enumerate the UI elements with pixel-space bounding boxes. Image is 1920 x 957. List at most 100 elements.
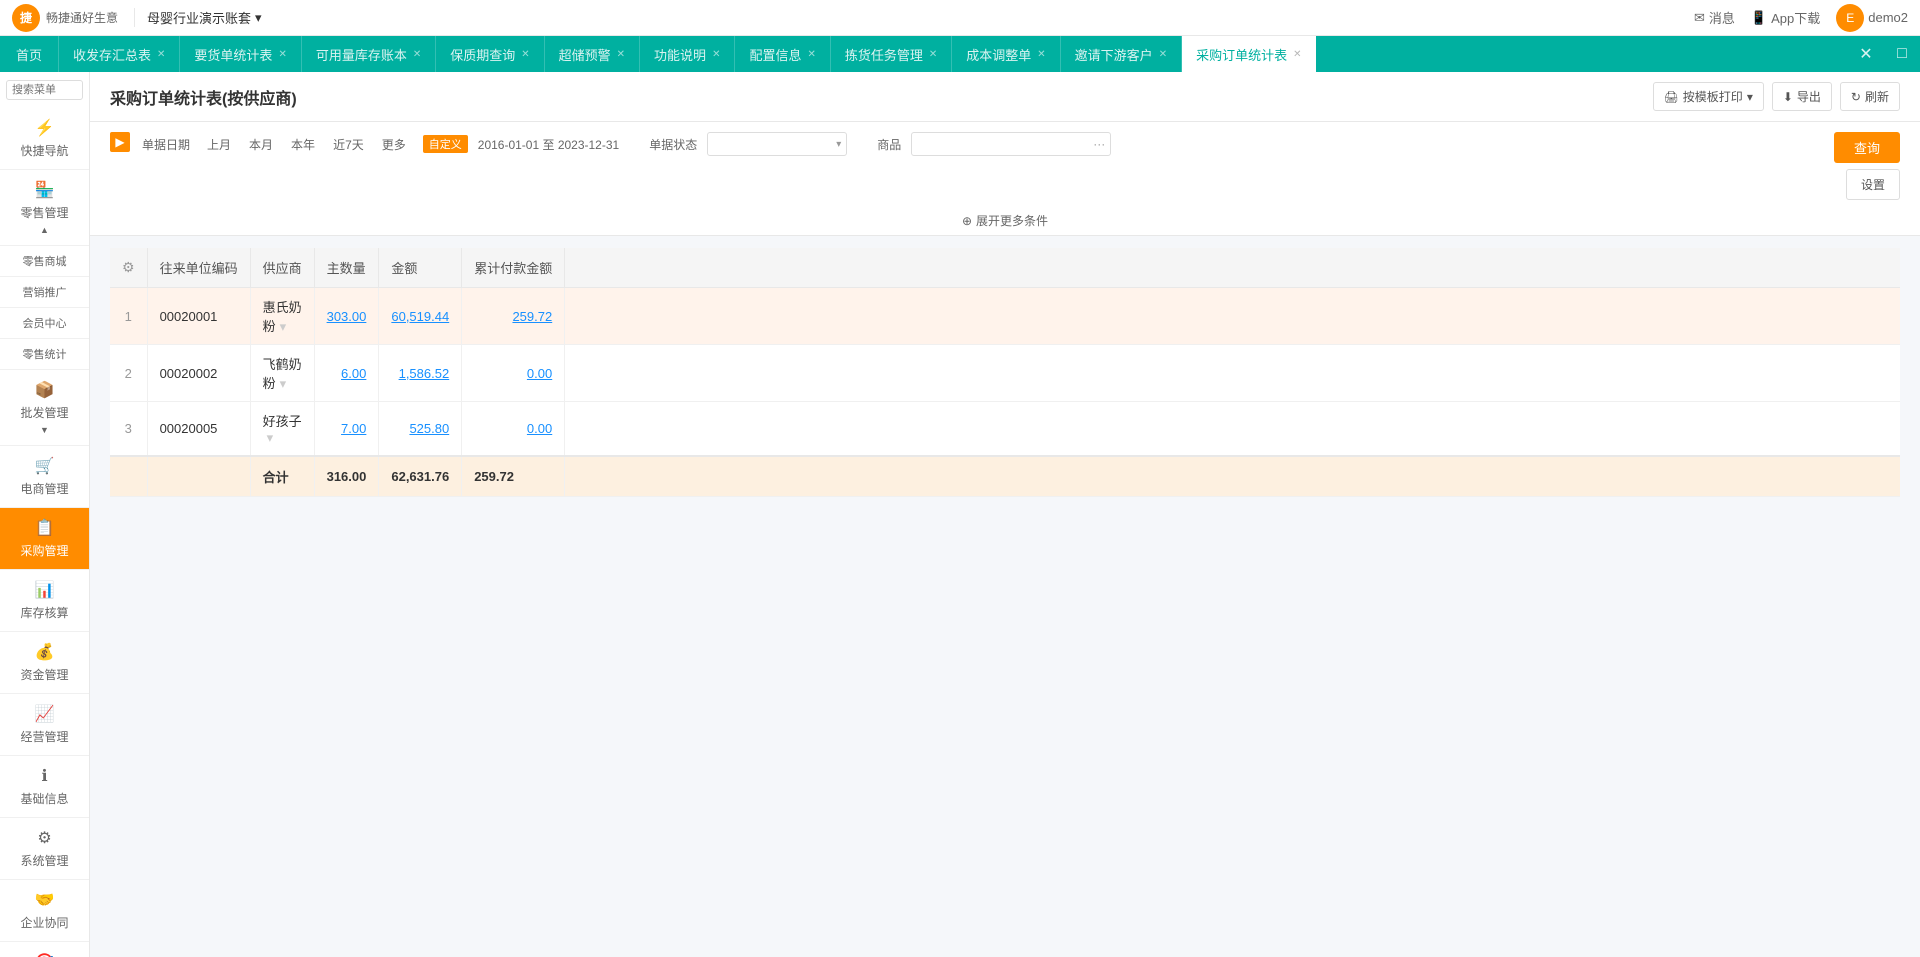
tab-bq[interactable]: 保质期查询 ✕: [436, 36, 544, 72]
print-button[interactable]: 🖨 按模板打印 ▾: [1653, 82, 1764, 111]
tab-gn-close[interactable]: ✕: [712, 49, 720, 60]
tab-yq-close[interactable]: ✕: [1159, 49, 1167, 60]
row-code: 00020002: [147, 345, 250, 402]
goods-more-icon[interactable]: ···: [1093, 137, 1105, 151]
row-paid[interactable]: 259.72: [462, 288, 565, 345]
row-amount[interactable]: 60,519.44: [379, 288, 462, 345]
paid-link[interactable]: 259.72: [512, 309, 552, 324]
paid-link[interactable]: 0.00: [527, 421, 552, 436]
tab-cc-close[interactable]: ✕: [617, 49, 625, 60]
tab-cgdd-close[interactable]: ✕: [1293, 49, 1301, 60]
sidebar-item-corp[interactable]: 🤝 企业协同: [0, 880, 89, 942]
tab-ygd-close[interactable]: ✕: [278, 49, 286, 60]
paid-link[interactable]: 0.00: [527, 366, 552, 381]
logo-icon: 捷: [12, 4, 40, 32]
status-select[interactable]: [707, 132, 847, 156]
filter-toggle-button[interactable]: ▶: [110, 132, 130, 152]
tab-gn[interactable]: 功能说明 ✕: [640, 36, 735, 72]
sidebar-item-marketing[interactable]: 营销推广: [0, 277, 89, 308]
sidebar-item-retail-stat[interactable]: 零售统计: [0, 339, 89, 370]
sidebar-item-quick[interactable]: ⚡ 快捷导航: [0, 108, 89, 170]
row-amount[interactable]: 1,586.52: [379, 345, 462, 402]
tab-pz[interactable]: 配置信息 ✕: [735, 36, 830, 72]
footer-paid: 259.72: [462, 456, 565, 497]
tab-home[interactable]: 首页: [0, 36, 59, 72]
setting-button[interactable]: 设置: [1846, 169, 1900, 200]
row-qty[interactable]: 6.00: [314, 345, 379, 402]
tab-pz-close[interactable]: ✕: [807, 49, 815, 60]
sidebar-item-marketing-label: 营销推广: [23, 284, 67, 300]
tab-cgdd[interactable]: 采购订单统计表 ✕: [1182, 36, 1316, 72]
page-actions: 🖨 按模板打印 ▾ ⬇ 导出 ↻ 刷新: [1653, 82, 1900, 111]
footer-settings-cell: [110, 456, 147, 497]
sidebar-item-newbie[interactable]: 🎯 新手引导: [0, 942, 89, 957]
sidebar-item-member[interactable]: 会员中心: [0, 308, 89, 339]
search-input[interactable]: [6, 80, 83, 100]
date-7days[interactable]: 近7天: [326, 134, 371, 155]
filter-main-row: ▶ 单据日期 上月 本月 本年 近7天 更多: [90, 122, 1920, 206]
sidebar-item-batch[interactable]: 📦 批发管理 ▼: [0, 370, 89, 446]
top-bar-left: 捷 畅捷通好生意 母婴行业演示账套 ▾: [12, 4, 262, 32]
tab-kyl[interactable]: 可用量库存账本 ✕: [302, 36, 436, 72]
row-qty[interactable]: 303.00: [314, 288, 379, 345]
user-profile[interactable]: E demo2: [1836, 4, 1908, 32]
tab-bq-close[interactable]: ✕: [521, 49, 529, 60]
content-area: 采购订单统计表(按供应商) 🖨 按模板打印 ▾ ⬇ 导出 ↻: [90, 72, 1920, 957]
row-supplier: 惠氏奶粉▾: [250, 288, 314, 345]
sidebar-item-retail[interactable]: 🏪 零售管理 ▲: [0, 170, 89, 246]
tab-cc[interactable]: 超储预警 ✕: [545, 36, 640, 72]
message-button[interactable]: ✉ 消息: [1694, 8, 1735, 27]
sidebar-item-retail-shop[interactable]: 零售商城: [0, 246, 89, 277]
col-code-header: 往来单位编码: [147, 248, 250, 288]
tab-sfd-label: 收发存汇总表: [73, 45, 151, 64]
amount-link[interactable]: 1,586.52: [399, 366, 450, 381]
sidebar-item-ecom[interactable]: 🛒 电商管理: [0, 446, 89, 508]
amount-link[interactable]: 60,519.44: [391, 309, 449, 324]
goods-input[interactable]: [911, 132, 1111, 156]
tab-th-close[interactable]: ✕: [929, 49, 937, 60]
print-icon: 🖨: [1664, 90, 1679, 104]
tab-th[interactable]: 拣货任务管理 ✕: [831, 36, 952, 72]
custom-date-tag[interactable]: 自定义: [423, 135, 468, 153]
tab-kyl-close[interactable]: ✕: [413, 49, 421, 60]
query-button[interactable]: 查询: [1834, 132, 1900, 163]
tab-yq[interactable]: 邀请下游客户 ✕: [1061, 36, 1182, 72]
row-qty[interactable]: 7.00: [314, 402, 379, 457]
sidebar-item-base[interactable]: ℹ 基础信息: [0, 756, 89, 818]
tab-yq-label: 邀请下游客户: [1075, 45, 1153, 64]
refresh-button[interactable]: ↻ 刷新: [1840, 82, 1900, 111]
footer-total-label: 合计: [250, 456, 314, 497]
qty-link[interactable]: 303.00: [327, 309, 367, 324]
sidebar-item-sys[interactable]: ⚙ 系统管理: [0, 818, 89, 880]
row-paid[interactable]: 0.00: [462, 402, 565, 457]
tab-sfd[interactable]: 收发存汇总表 ✕: [59, 36, 180, 72]
sidebar-item-finance[interactable]: 💰 资金管理: [0, 632, 89, 694]
sidebar-item-biz[interactable]: 📈 经营管理: [0, 694, 89, 756]
export-button[interactable]: ⬇ 导出: [1772, 82, 1832, 111]
sidebar-item-stock[interactable]: 📊 库存核算: [0, 570, 89, 632]
tab-ygd[interactable]: 要货单统计表 ✕: [180, 36, 301, 72]
tab-cb[interactable]: 成本调整单 ✕: [952, 36, 1060, 72]
app-download-button[interactable]: 📱 App下载: [1751, 8, 1820, 27]
sidebar-item-purchase[interactable]: 📋 采购管理: [0, 508, 89, 570]
tab-cb-close[interactable]: ✕: [1037, 49, 1045, 60]
sidebar-item-retail-shop-label: 零售商城: [23, 253, 67, 269]
window-close-button[interactable]: ✕: [1848, 36, 1884, 72]
row-paid[interactable]: 0.00: [462, 345, 565, 402]
qty-link[interactable]: 6.00: [341, 366, 366, 381]
workspace-selector[interactable]: 母婴行业演示账套 ▾: [134, 8, 262, 27]
date-this-year[interactable]: 本年: [284, 134, 322, 155]
amount-link[interactable]: 525.80: [409, 421, 449, 436]
expand-more-button[interactable]: ⊕ 展开更多条件: [90, 206, 1920, 235]
date-this-month[interactable]: 本月: [242, 134, 280, 155]
row-amount[interactable]: 525.80: [379, 402, 462, 457]
window-maximize-button[interactable]: □: [1884, 36, 1920, 72]
filter-section: ▶ 单据日期 上月 本月 本年 近7天 更多: [90, 122, 1920, 236]
tab-sfd-close[interactable]: ✕: [157, 49, 165, 60]
date-last-month[interactable]: 上月: [200, 134, 238, 155]
qty-link[interactable]: 7.00: [341, 421, 366, 436]
main-layout: ⚡ 快捷导航 🏪 零售管理 ▲ 零售商城 营销推广 会员中心 零售统计 📦: [0, 72, 1920, 957]
col-paid-header: 累计付款金额: [462, 248, 565, 288]
date-more[interactable]: 更多: [375, 134, 413, 155]
table-settings-icon[interactable]: ⚙: [122, 259, 135, 275]
